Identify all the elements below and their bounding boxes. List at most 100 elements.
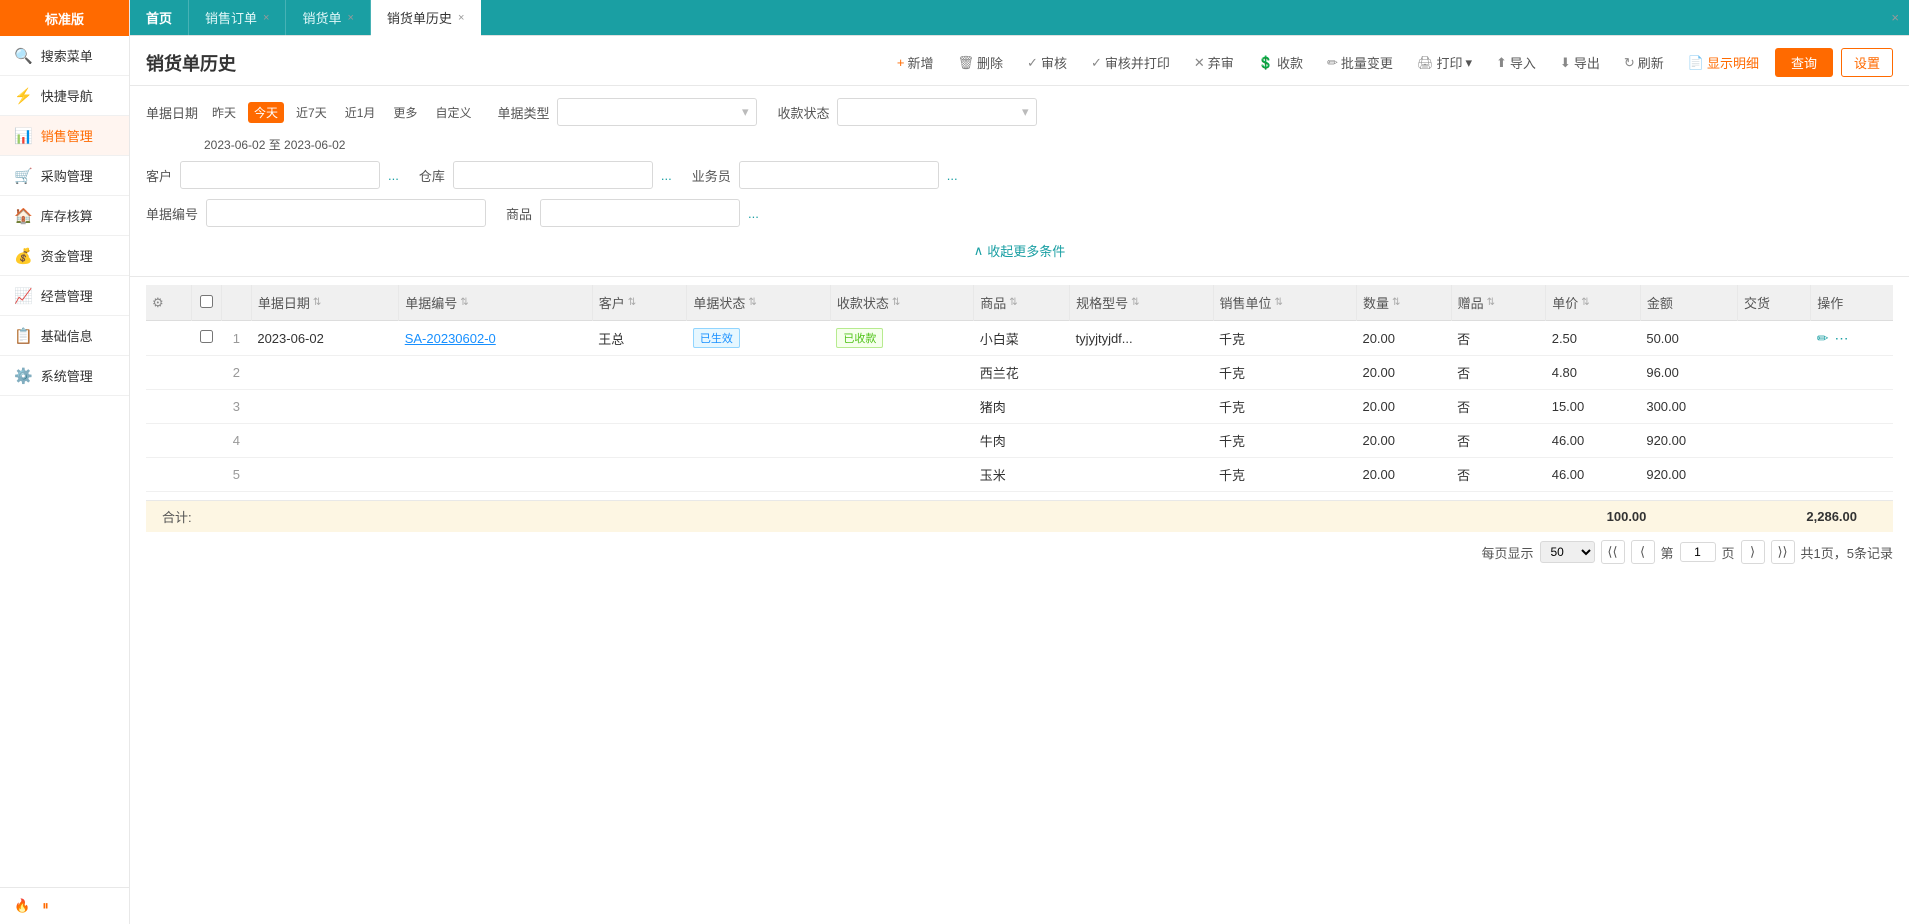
prev-page-button[interactable]: ⟨ — [1631, 540, 1655, 564]
sidebar: 标准版 🔍 搜索菜单 ⚡ 快捷导航 📊 销售管理 🛒 采购管理 🏠 库存核算 💰… — [0, 0, 130, 924]
date-option-7days[interactable]: 近7天 — [290, 102, 333, 123]
sidebar-item-sys-mgmt[interactable]: ⚙️ 系统管理 — [0, 356, 129, 396]
cell-trade — [1738, 390, 1811, 424]
last-page-button[interactable]: ⟩⟩ — [1771, 540, 1795, 564]
sort-icon-customer: ⇅ — [628, 297, 636, 308]
date-option-1month[interactable]: 近1月 — [339, 102, 382, 123]
tab-sales-order-close[interactable]: × — [263, 12, 269, 24]
delete-button[interactable]: 🗑 删除 — [950, 49, 1012, 76]
settings-button[interactable]: 设置 — [1841, 48, 1893, 77]
current-page-input[interactable] — [1680, 542, 1716, 562]
col-select-all[interactable] — [191, 285, 221, 321]
col-goods[interactable]: 商品⇅ — [974, 285, 1070, 321]
goods-ellipsis[interactable]: ... — [748, 206, 759, 221]
sidebar-item-label: 系统管理 — [41, 366, 93, 385]
abandon-button[interactable]: ✕ 弃审 — [1186, 49, 1242, 76]
col-pay-status[interactable]: 收款状态⇅ — [830, 285, 973, 321]
sidebar-item-inventory[interactable]: 🏠 库存核算 — [0, 196, 129, 236]
collect-button[interactable]: 💲 收款 — [1250, 49, 1311, 76]
col-customer[interactable]: 客户⇅ — [592, 285, 687, 321]
export-button[interactable]: ⬇ 导出 — [1552, 49, 1608, 76]
col-doc-status[interactable]: 单据状态⇅ — [687, 285, 830, 321]
col-sales-unit[interactable]: 销售单位⇅ — [1213, 285, 1356, 321]
tab-sales-history-close[interactable]: × — [458, 12, 464, 24]
basic-info-icon: 📋 — [14, 327, 33, 345]
tab-sales-history[interactable]: 销货单历史 × — [371, 0, 481, 36]
row-checkbox[interactable] — [200, 330, 213, 343]
date-option-today[interactable]: 今天 — [248, 102, 284, 123]
page-label-suffix: 页 — [1722, 543, 1735, 562]
tab-home[interactable]: 首页 — [130, 0, 189, 36]
salesperson-input[interactable] — [739, 161, 939, 189]
sidebar-item-purchase-mgmt[interactable]: 🛒 采购管理 — [0, 156, 129, 196]
cell-num: 2 — [221, 356, 251, 390]
tab-sales-order[interactable]: 销售订单 × — [189, 0, 286, 36]
sidebar-item-basic-info[interactable]: 📋 基础信息 — [0, 316, 129, 356]
pay-status-select[interactable]: ▾ — [837, 98, 1037, 126]
table-config-icon[interactable]: ⚙ — [152, 295, 164, 310]
col-spec[interactable]: 规格型号⇅ — [1070, 285, 1213, 321]
date-option-custom[interactable]: 自定义 — [429, 102, 477, 123]
cell-customer — [592, 390, 687, 424]
more-action-icon[interactable]: ⋯ — [1835, 330, 1849, 347]
warehouse-input[interactable] — [453, 161, 653, 189]
tab-bar-close[interactable]: × — [1891, 10, 1909, 25]
cell-checkbox[interactable] — [191, 458, 221, 492]
add-label: 新增 — [908, 53, 934, 72]
edit-action-icon[interactable]: ✏ — [1817, 330, 1829, 347]
review-button[interactable]: ✓ 审核 — [1019, 49, 1075, 76]
doc-type-select[interactable]: ▾ — [557, 98, 757, 126]
date-option-yesterday[interactable]: 昨天 — [206, 102, 242, 123]
per-page-select[interactable]: 50 100 200 — [1540, 541, 1595, 563]
sidebar-fire-icon[interactable]: 🔥 — [14, 898, 30, 914]
pay-status-badge: 已收款 — [836, 328, 883, 348]
salesperson-ellipsis[interactable]: ... — [947, 168, 958, 183]
add-button[interactable]: + 新增 — [889, 49, 942, 76]
sidebar-item-sales-mgmt[interactable]: 📊 销售管理 — [0, 116, 129, 156]
col-config[interactable]: ⚙ — [146, 285, 191, 321]
col-gift[interactable]: 赠品⇅ — [1451, 285, 1546, 321]
sidebar-item-ops[interactable]: 📈 经营管理 — [0, 276, 129, 316]
tab-sales-invoice[interactable]: 销货单 × — [286, 0, 370, 36]
sidebar-pause-icon[interactable]: ⏸ — [42, 898, 49, 914]
col-doc-date[interactable]: 单据日期⇅ — [251, 285, 398, 321]
cell-doc-status — [687, 356, 830, 390]
cell-checkbox[interactable] — [191, 356, 221, 390]
print-button[interactable]: 🖨 打印 ▾ — [1409, 49, 1480, 76]
cell-spec — [1070, 458, 1213, 492]
review-print-button[interactable]: ✓ 审核并打印 — [1083, 49, 1178, 76]
customer-ellipsis[interactable]: ... — [388, 168, 399, 183]
date-option-more[interactable]: 更多 — [387, 102, 423, 123]
doc-no-link[interactable]: SA-20230602-0 — [405, 331, 496, 346]
cell-doc-no[interactable]: SA-20230602-0 — [399, 321, 593, 356]
batch-change-button[interactable]: ✏ 批量变更 — [1319, 49, 1401, 76]
sidebar-item-finance[interactable]: 💰 资金管理 — [0, 236, 129, 276]
goods-input[interactable] — [540, 199, 740, 227]
pay-status-label: 收款状态 — [777, 103, 829, 122]
col-doc-no[interactable]: 单据编号⇅ — [399, 285, 593, 321]
col-unit-price[interactable]: 单价⇅ — [1546, 285, 1641, 321]
page-label-prefix: 第 — [1661, 543, 1674, 562]
next-page-button[interactable]: ⟩ — [1741, 540, 1765, 564]
tab-sales-invoice-close[interactable]: × — [347, 12, 353, 24]
cell-checkbox[interactable] — [191, 390, 221, 424]
show-detail-button[interactable]: 📄 显示明细 — [1680, 49, 1767, 76]
cell-doc-status: 已生效 — [687, 321, 830, 356]
col-quantity[interactable]: 数量⇅ — [1356, 285, 1451, 321]
import-button[interactable]: ⬆ 导入 — [1488, 49, 1544, 76]
collapse-filter-button[interactable]: ∧ 收起更多条件 — [146, 237, 1893, 264]
table-row: 5玉米千克20.00否46.00920.00 — [146, 458, 1893, 492]
warehouse-ellipsis[interactable]: ... — [661, 168, 672, 183]
select-all-checkbox[interactable] — [200, 295, 213, 308]
sidebar-item-search-menu[interactable]: 🔍 搜索菜单 — [0, 36, 129, 76]
first-page-button[interactable]: ⟨⟨ — [1601, 540, 1625, 564]
doc-no-input[interactable] — [206, 199, 486, 227]
query-button[interactable]: 查询 — [1775, 48, 1833, 77]
salesperson-filter-item: 业务员 ... — [692, 161, 958, 189]
cell-checkbox[interactable] — [191, 424, 221, 458]
customer-input[interactable] — [180, 161, 380, 189]
sidebar-item-quick-nav[interactable]: ⚡ 快捷导航 — [0, 76, 129, 116]
refresh-button[interactable]: ↻ 刷新 — [1616, 49, 1672, 76]
cell-checkbox[interactable] — [191, 321, 221, 356]
col-amount[interactable]: 金额 — [1640, 285, 1737, 321]
